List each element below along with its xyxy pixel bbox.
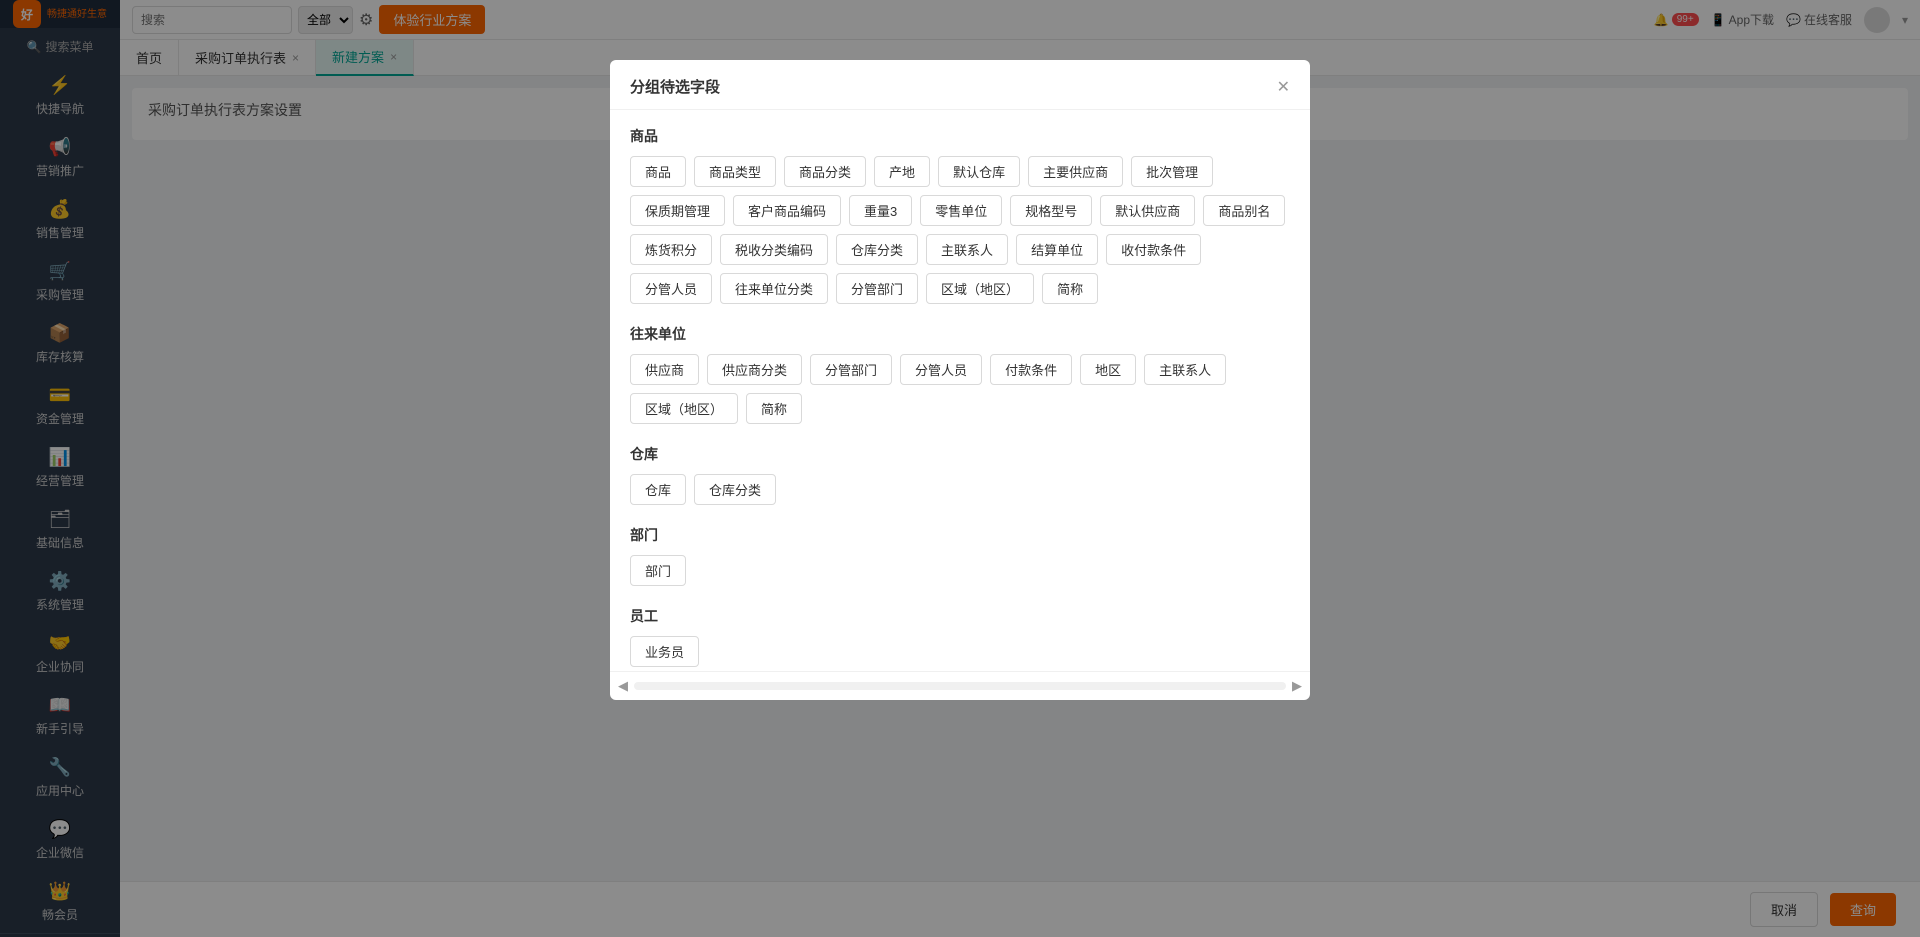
field-tag-2-0[interactable]: 仓库 xyxy=(630,474,686,505)
modal-overlay: 分组待选字段 ✕ 商品商品商品类型商品分类产地默认仓库主要供应商批次管理保质期管… xyxy=(0,0,1920,937)
field-tag-0-13[interactable]: 商品别名 xyxy=(1203,195,1285,226)
field-tag-4-0[interactable]: 业务员 xyxy=(630,636,699,667)
field-tag-0-17[interactable]: 主联系人 xyxy=(926,234,1008,265)
field-tag-0-15[interactable]: 税收分类编码 xyxy=(720,234,828,265)
field-tag-1-8[interactable]: 简称 xyxy=(746,393,802,424)
field-tag-1-6[interactable]: 主联系人 xyxy=(1144,354,1226,385)
section-title-4: 员工 xyxy=(630,606,1290,626)
modal-close-button[interactable]: ✕ xyxy=(1277,77,1290,97)
field-section-3: 部门部门 xyxy=(630,525,1290,586)
field-tag-0-24[interactable]: 简称 xyxy=(1042,273,1098,304)
modal-body: 商品商品商品类型商品分类产地默认仓库主要供应商批次管理保质期管理客户商品编码重量… xyxy=(610,110,1310,671)
field-tag-1-7[interactable]: 区域（地区） xyxy=(630,393,738,424)
field-tag-0-22[interactable]: 分管部门 xyxy=(836,273,918,304)
field-tag-0-14[interactable]: 炼货积分 xyxy=(630,234,712,265)
field-tags-0: 商品商品类型商品分类产地默认仓库主要供应商批次管理保质期管理客户商品编码重量3 零… xyxy=(630,156,1290,304)
field-tag-0-3[interactable]: 产地 xyxy=(874,156,930,187)
field-tag-0-7[interactable]: 保质期管理 xyxy=(630,195,725,226)
field-tag-0-10[interactable]: 零售单位 xyxy=(920,195,1002,226)
field-section-4: 员工业务员 xyxy=(630,606,1290,667)
field-tag-0-16[interactable]: 仓库分类 xyxy=(836,234,918,265)
field-tag-0-19[interactable]: 收付款条件 xyxy=(1106,234,1201,265)
modal-title: 分组待选字段 xyxy=(630,76,720,97)
field-tag-0-12[interactable]: 默认供应商 xyxy=(1100,195,1195,226)
field-tag-0-23[interactable]: 区域（地区） xyxy=(926,273,1034,304)
field-section-1: 往来单位供应商供应商分类分管部门分管人员付款条件地区主联系人区域（地区） 简称 xyxy=(630,324,1290,424)
horizontal-scrollbar[interactable] xyxy=(634,682,1286,690)
field-tag-0-8[interactable]: 客户商品编码 xyxy=(733,195,841,226)
field-select-modal: 分组待选字段 ✕ 商品商品商品类型商品分类产地默认仓库主要供应商批次管理保质期管… xyxy=(610,60,1310,700)
scroll-right-arrow[interactable]: ▶ xyxy=(1292,678,1302,694)
field-tag-0-1[interactable]: 商品类型 xyxy=(694,156,776,187)
field-section-2: 仓库仓库仓库分类 xyxy=(630,444,1290,505)
field-tag-0-4[interactable]: 默认仓库 xyxy=(938,156,1020,187)
field-tag-0-5[interactable]: 主要供应商 xyxy=(1028,156,1123,187)
modal-header: 分组待选字段 ✕ xyxy=(610,60,1310,110)
field-tag-0-6[interactable]: 批次管理 xyxy=(1131,156,1213,187)
field-tag-1-1[interactable]: 供应商分类 xyxy=(707,354,802,385)
field-tags-3: 部门 xyxy=(630,555,1290,586)
section-title-0: 商品 xyxy=(630,126,1290,146)
field-tag-1-2[interactable]: 分管部门 xyxy=(810,354,892,385)
field-tag-2-1[interactable]: 仓库分类 xyxy=(694,474,776,505)
field-tag-1-0[interactable]: 供应商 xyxy=(630,354,699,385)
field-tag-0-9[interactable]: 重量3 xyxy=(849,195,912,226)
field-tag-1-5[interactable]: 地区 xyxy=(1080,354,1136,385)
modal-hscrollbar: ◀ ▶ xyxy=(610,671,1310,700)
field-tag-1-4[interactable]: 付款条件 xyxy=(990,354,1072,385)
section-title-2: 仓库 xyxy=(630,444,1290,464)
field-tag-0-2[interactable]: 商品分类 xyxy=(784,156,866,187)
field-tags-2: 仓库仓库分类 xyxy=(630,474,1290,505)
section-title-1: 往来单位 xyxy=(630,324,1290,344)
scroll-left-arrow[interactable]: ◀ xyxy=(618,678,628,694)
section-title-3: 部门 xyxy=(630,525,1290,545)
field-tag-0-0[interactable]: 商品 xyxy=(630,156,686,187)
field-tag-0-18[interactable]: 结算单位 xyxy=(1016,234,1098,265)
field-tag-3-0[interactable]: 部门 xyxy=(630,555,686,586)
field-tag-1-3[interactable]: 分管人员 xyxy=(900,354,982,385)
field-tag-0-20[interactable]: 分管人员 xyxy=(630,273,712,304)
field-tag-0-11[interactable]: 规格型号 xyxy=(1010,195,1092,226)
field-tag-0-21[interactable]: 往来单位分类 xyxy=(720,273,828,304)
field-tags-4: 业务员 xyxy=(630,636,1290,667)
field-section-0: 商品商品商品类型商品分类产地默认仓库主要供应商批次管理保质期管理客户商品编码重量… xyxy=(630,126,1290,304)
field-tags-1: 供应商供应商分类分管部门分管人员付款条件地区主联系人区域（地区） 简称 xyxy=(630,354,1290,424)
